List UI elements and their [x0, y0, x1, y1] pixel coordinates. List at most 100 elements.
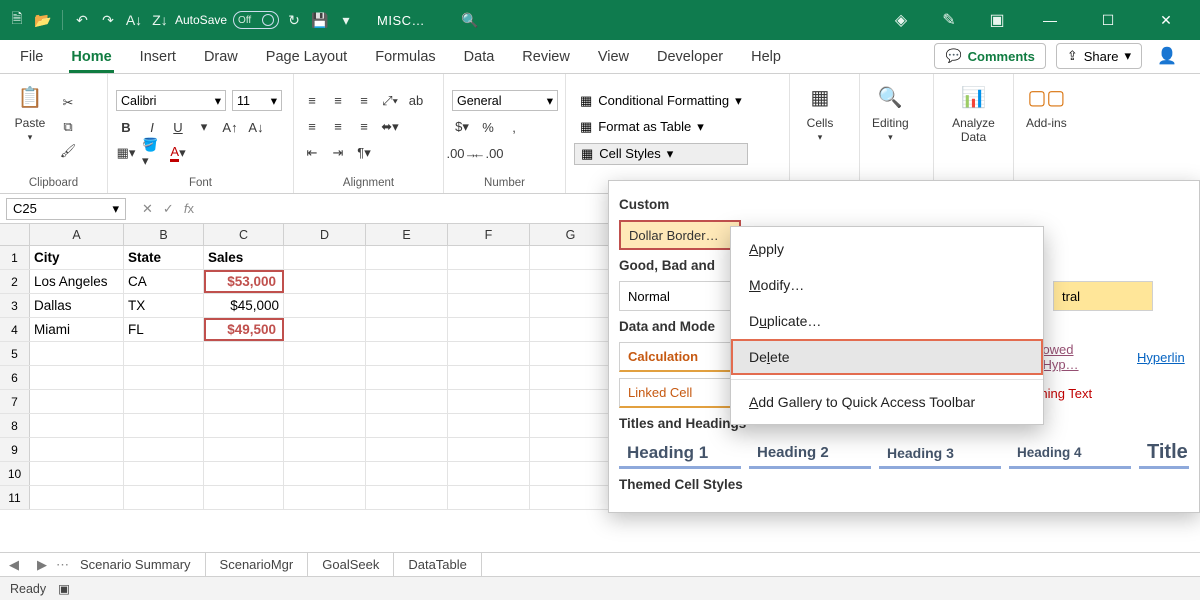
cell[interactable] [204, 342, 284, 365]
number-format-dropdown[interactable]: General▾ [452, 90, 558, 111]
sheet-tab[interactable]: ScenarioMgr [206, 553, 309, 576]
cells-button[interactable]: ▦Cells▾ [798, 78, 842, 175]
column-header[interactable]: E [366, 224, 448, 245]
row-header[interactable]: 1 [0, 246, 30, 269]
grow-font-icon[interactable]: A↑ [220, 117, 240, 137]
close-button[interactable]: ✕ [1148, 7, 1184, 33]
user-icon[interactable]: 👤 [1152, 46, 1182, 66]
cell[interactable]: $53,000 [204, 270, 284, 293]
style-heading-2[interactable]: Heading 2 [749, 439, 871, 469]
tab-draw[interactable]: Draw [202, 43, 240, 73]
cell[interactable] [284, 486, 366, 509]
cell[interactable] [530, 294, 612, 317]
open-icon[interactable]: 📂 [32, 9, 54, 31]
cell[interactable] [366, 414, 448, 437]
context-menu-item[interactable]: Modify… [731, 267, 1043, 303]
row-header[interactable]: 3 [0, 294, 30, 317]
style-linked-cell[interactable]: Linked Cell [619, 378, 741, 408]
cell[interactable] [204, 414, 284, 437]
cell[interactable] [448, 294, 530, 317]
column-header[interactable]: C [204, 224, 284, 245]
cell[interactable] [204, 366, 284, 389]
minimize-button[interactable]: — [1032, 7, 1068, 33]
cell[interactable] [30, 462, 124, 485]
cell[interactable] [530, 438, 612, 461]
share-button[interactable]: ⇪ Share ▾ [1056, 43, 1142, 69]
cell[interactable]: Dallas [30, 294, 124, 317]
format-as-table-button[interactable]: ▦ Format as Table ▾ [574, 117, 748, 137]
row-header[interactable]: 9 [0, 438, 30, 461]
cell[interactable] [284, 414, 366, 437]
search-icon[interactable]: 🔍 [459, 9, 481, 31]
cell[interactable]: $45,000 [204, 294, 284, 317]
tab-insert[interactable]: Insert [138, 43, 178, 73]
cell[interactable] [124, 390, 204, 413]
cell[interactable] [204, 462, 284, 485]
fx-icon[interactable]: fx [184, 201, 194, 217]
paste-button[interactable]: 📋Paste▾ [8, 78, 52, 175]
row-header[interactable]: 11 [0, 486, 30, 509]
sort-desc-icon[interactable]: Z↓ [149, 9, 171, 31]
tab-home[interactable]: Home [69, 43, 113, 73]
align-left-icon[interactable]: ≡ [302, 117, 322, 137]
cell[interactable]: Los Angeles [30, 270, 124, 293]
cell[interactable] [284, 438, 366, 461]
cell[interactable] [366, 246, 448, 269]
cell[interactable] [448, 390, 530, 413]
currency-icon[interactable]: $▾ [452, 117, 472, 137]
cut-icon[interactable]: ✂ [58, 93, 78, 113]
bold-icon[interactable]: B [116, 117, 136, 137]
cell[interactable]: FL [124, 318, 204, 341]
sheet-tab[interactable]: GoalSeek [308, 553, 394, 576]
cell[interactable] [366, 486, 448, 509]
tab-page-layout[interactable]: Page Layout [264, 43, 349, 73]
analyze-data-button[interactable]: 📊Analyze Data [942, 78, 1005, 175]
cell[interactable] [124, 342, 204, 365]
cell[interactable] [448, 438, 530, 461]
cancel-formula-icon[interactable]: ✕ [142, 201, 153, 217]
style-dollar-border[interactable]: Dollar Border… [619, 220, 741, 250]
orientation-icon[interactable]: ⤢▾ [380, 91, 400, 111]
undo-icon[interactable]: ↶ [71, 9, 93, 31]
cell[interactable] [204, 438, 284, 461]
format-painter-icon[interactable]: 🖌 [58, 141, 78, 161]
font-name-dropdown[interactable]: Calibri▾ [116, 90, 226, 111]
decrease-indent-icon[interactable]: ⇤ [302, 143, 322, 163]
sort-asc-icon[interactable]: A↓ [123, 9, 145, 31]
cell[interactable] [284, 390, 366, 413]
font-color-icon[interactable]: A▾ [168, 143, 188, 163]
cell[interactable] [30, 486, 124, 509]
tab-file[interactable]: File [18, 43, 45, 73]
column-header[interactable]: A [30, 224, 124, 245]
cell[interactable] [124, 366, 204, 389]
column-header[interactable]: F [448, 224, 530, 245]
cell[interactable] [366, 462, 448, 485]
style-heading-3[interactable]: Heading 3 [879, 439, 1001, 469]
align-right-icon[interactable]: ≡ [354, 117, 374, 137]
cell[interactable] [30, 438, 124, 461]
sheet-tab[interactable]: DataTable [394, 553, 482, 576]
cell[interactable] [530, 366, 612, 389]
context-menu-item[interactable]: Delete [731, 339, 1043, 375]
style-hyperlink[interactable]: Hyperlin [1129, 342, 1189, 372]
column-header[interactable]: B [124, 224, 204, 245]
redo-icon[interactable]: ↷ [97, 9, 119, 31]
cell[interactable] [30, 390, 124, 413]
column-header[interactable]: G [530, 224, 612, 245]
style-title[interactable]: Title [1139, 439, 1189, 469]
row-header[interactable]: 2 [0, 270, 30, 293]
addins-button[interactable]: ▢▢Add-ins [1022, 78, 1071, 175]
enter-formula-icon[interactable]: ✓ [163, 201, 174, 217]
cell[interactable] [366, 294, 448, 317]
cell[interactable] [124, 462, 204, 485]
cell[interactable]: CA [124, 270, 204, 293]
diamond-icon[interactable]: ◈ [888, 7, 914, 33]
comments-button[interactable]: 💬 Comments [934, 43, 1045, 69]
style-neutral[interactable]: tral [1053, 281, 1153, 311]
align-bottom-icon[interactable]: ≡ [354, 91, 374, 111]
cell[interactable] [204, 390, 284, 413]
cell[interactable] [530, 270, 612, 293]
cell[interactable] [366, 390, 448, 413]
cell[interactable] [30, 366, 124, 389]
align-middle-icon[interactable]: ≡ [328, 91, 348, 111]
